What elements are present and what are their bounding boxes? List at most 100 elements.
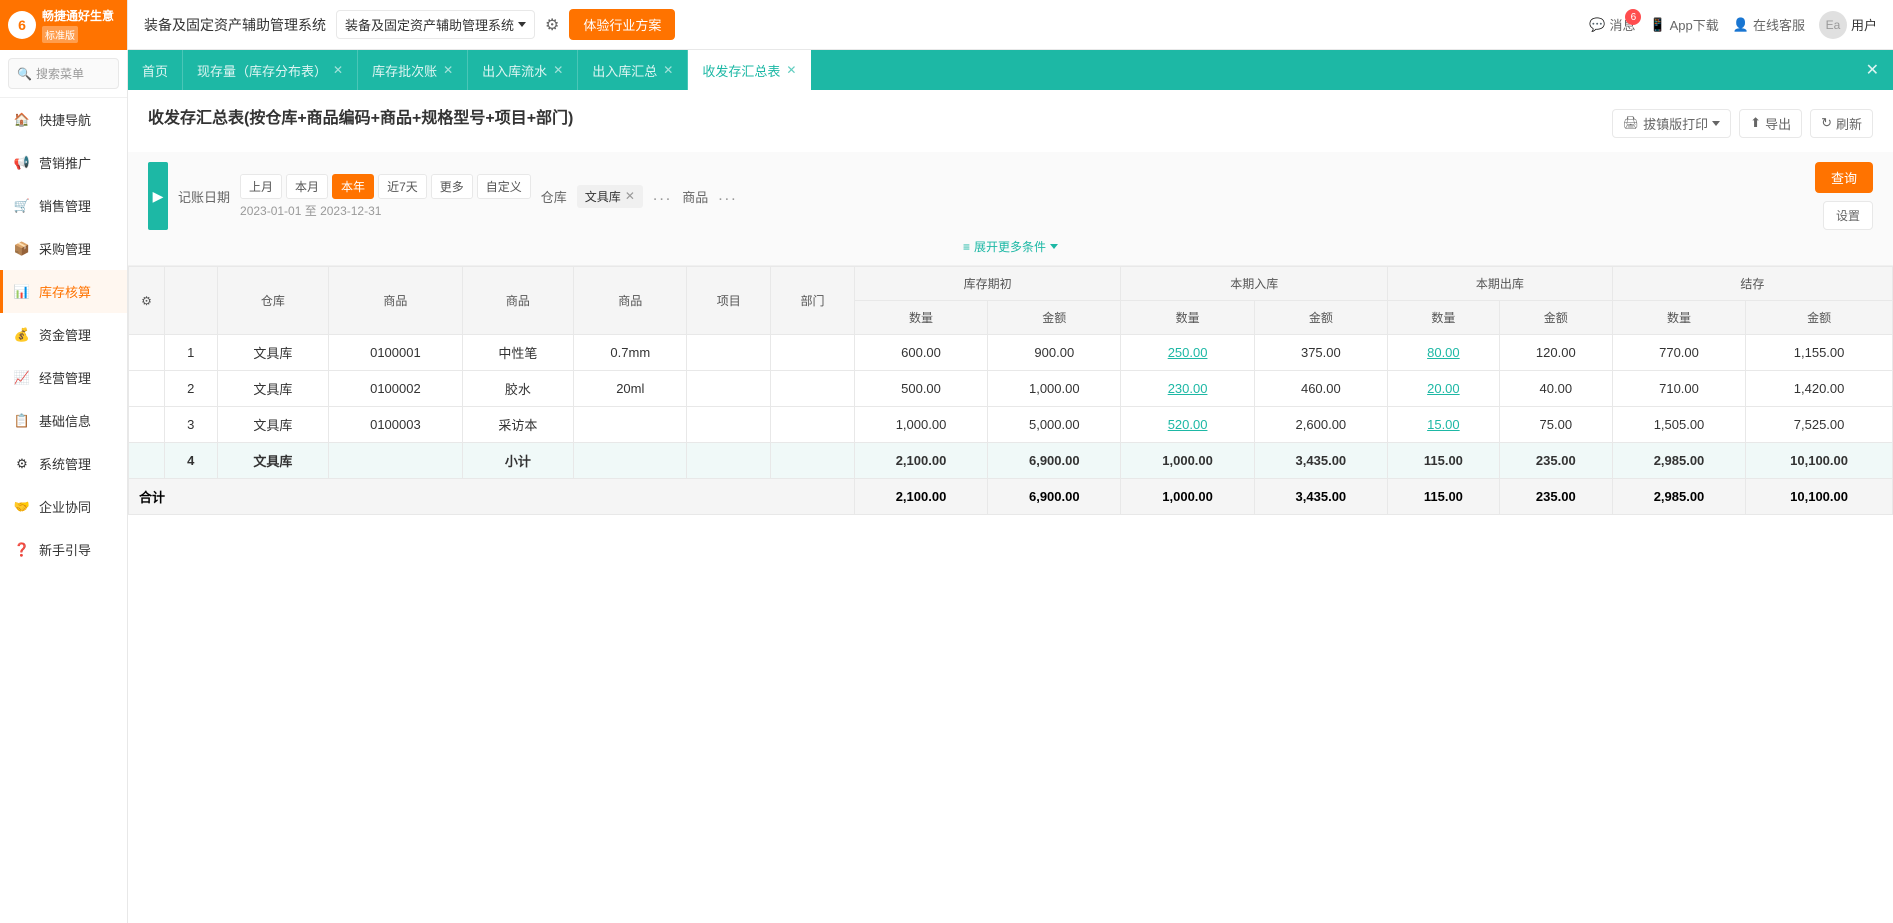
gear-icon[interactable]: ⚙ xyxy=(545,15,559,35)
date-btn-last-month[interactable]: 上月 xyxy=(240,174,282,199)
row-index-cell: 2 xyxy=(165,371,218,407)
message-icon: 💬 xyxy=(1589,17,1605,33)
avatar: Ea xyxy=(1819,11,1847,39)
sidebar-item-inventory[interactable]: 📊 库存核算 xyxy=(0,270,127,313)
export-button[interactable]: ⬆ 导出 xyxy=(1739,109,1802,138)
expand-chevron-icon xyxy=(1050,244,1058,249)
warehouse-more[interactable]: ... xyxy=(653,187,672,205)
col-header-product-name: 商品 xyxy=(462,267,574,335)
row-out-qty-cell[interactable]: 80.00 xyxy=(1388,335,1500,371)
system-select[interactable]: 装备及固定资产辅助管理系统 xyxy=(336,10,535,39)
sidebar-item-system[interactable]: ⚙ 系统管理 xyxy=(0,442,127,485)
date-btn-more[interactable]: 更多 xyxy=(431,174,473,199)
sidebar-item-basic[interactable]: 📋 基础信息 xyxy=(0,399,127,442)
tab-summary[interactable]: 出入库汇总 ✕ xyxy=(578,50,688,90)
filter-bar: ▶ 记账日期 上月 本月 本年 近7天 更多 自定义 2023-01-01 至 … xyxy=(128,152,1893,266)
row-opening-amt-cell: 1,000.00 xyxy=(988,371,1121,407)
app-download-button[interactable]: 📱 App下载 xyxy=(1649,15,1718,34)
tab-batch[interactable]: 库存批次账 ✕ xyxy=(358,50,468,90)
topbar: 装备及固定资产辅助管理系统 装备及固定资产辅助管理系统 ⚙ 体验行业方案 💬 消… xyxy=(128,0,1893,50)
row-in-qty-cell[interactable]: 230.00 xyxy=(1121,371,1254,407)
online-service-button[interactable]: 👤 在线客服 xyxy=(1733,15,1805,34)
page-header: 收发存汇总表(按仓库+商品编码+商品+规格型号+项目+部门) 🖨 拔镇版打印 ⬆… xyxy=(128,90,1893,142)
sidebar-item-purchase[interactable]: 📦 采购管理 xyxy=(0,227,127,270)
row-product-spec-cell: 0.7mm xyxy=(574,335,687,371)
export-icon: ⬆ xyxy=(1750,115,1761,131)
expand-filter-row: ≡ 展开更多条件 xyxy=(148,238,1873,255)
sidebar-item-guide[interactable]: ❓ 新手引导 xyxy=(0,528,127,571)
goods-more[interactable]: ... xyxy=(718,187,737,205)
search-menu-button[interactable]: 🔍 搜索菜单 xyxy=(8,58,119,89)
row-in-amt-cell: 375.00 xyxy=(1254,335,1387,371)
row-product-code-cell: 0100002 xyxy=(329,371,462,407)
sidebar-search-area: 🔍 搜索菜单 xyxy=(0,50,127,98)
tab-inventory-dist[interactable]: 现存量（库存分布表） ✕ xyxy=(183,50,358,90)
tab-home[interactable]: 首页 xyxy=(128,50,183,90)
tab-receipt-summary[interactable]: 收发存汇总表 ✕ xyxy=(688,50,811,90)
row-out-amt-cell: 235.00 xyxy=(1499,443,1612,479)
print-button[interactable]: 🖨 拔镇版打印 xyxy=(1612,109,1732,138)
row-balance-amt-cell: 10,100.00 xyxy=(1746,443,1893,479)
row-balance-qty-cell: 1,505.00 xyxy=(1612,407,1745,443)
data-table: ⚙ 仓库 商品 商品 商品 项目 部门 库存期初 本期入库 本期出库 结存 xyxy=(128,266,1893,515)
row-department-cell xyxy=(771,335,855,371)
row-opening-amt-cell: 900.00 xyxy=(988,335,1121,371)
sidebar-item-marketing[interactable]: 📢 营销推广 xyxy=(0,141,127,184)
footer-in-amt: 3,435.00 xyxy=(1254,479,1387,515)
content-area: 收发存汇总表(按仓库+商品编码+商品+规格型号+项目+部门) 🖨 拔镇版打印 ⬆… xyxy=(128,90,1893,923)
refresh-icon: ↻ xyxy=(1821,115,1832,131)
warehouse-tag-close[interactable]: ✕ xyxy=(625,189,635,203)
refresh-button[interactable]: ↻ 刷新 xyxy=(1810,109,1873,138)
sidebar-item-cooperation[interactable]: 🤝 企业协同 xyxy=(0,485,127,528)
print-icon: 🖨 xyxy=(1623,115,1640,131)
filter-toggle-button[interactable]: ▶ xyxy=(148,162,168,230)
row-balance-qty-cell: 2,985.00 xyxy=(1612,443,1745,479)
row-out-qty-cell[interactable]: 20.00 xyxy=(1388,371,1500,407)
date-btn-7days[interactable]: 近7天 xyxy=(378,174,427,199)
page-title: 收发存汇总表(按仓库+商品编码+商品+规格型号+项目+部门) xyxy=(148,104,573,128)
expand-filter-button[interactable]: ≡ 展开更多条件 xyxy=(963,238,1058,255)
user-menu[interactable]: Ea 用户 xyxy=(1819,11,1877,39)
sidebar-item-finance[interactable]: 💰 资金管理 xyxy=(0,313,127,356)
filter-action-group: 查询 设置 xyxy=(1815,162,1873,230)
sidebar-item-sales[interactable]: 🛒 销售管理 xyxy=(0,184,127,227)
row-in-qty-cell[interactable]: 250.00 xyxy=(1121,335,1254,371)
col-header-balance-qty: 数量 xyxy=(1612,301,1745,335)
row-project-cell xyxy=(687,371,771,407)
query-button[interactable]: 查询 xyxy=(1815,162,1873,193)
quicknav-icon: 🏠 xyxy=(13,111,31,129)
row-product-code-cell: 0100001 xyxy=(329,335,462,371)
footer-opening-amt: 6,900.00 xyxy=(988,479,1121,515)
date-filter-group: 上月 本月 本年 近7天 更多 自定义 2023-01-01 至 2023-12… xyxy=(240,174,531,219)
tab-close-inventory-dist[interactable]: ✕ xyxy=(333,63,343,77)
row-product-name-cell: 小计 xyxy=(462,443,574,479)
settings-button[interactable]: 设置 xyxy=(1823,201,1873,230)
sidebar-item-quicknav[interactable]: 🏠 快捷导航 xyxy=(0,98,127,141)
row-product-spec-cell: 20ml xyxy=(574,371,687,407)
row-warehouse-cell: 文具库 xyxy=(217,443,329,479)
sidebar-item-operations[interactable]: 📈 经营管理 xyxy=(0,356,127,399)
row-index-cell: 1 xyxy=(165,335,218,371)
row-warehouse-cell: 文具库 xyxy=(217,371,329,407)
row-out-qty-cell[interactable]: 15.00 xyxy=(1388,407,1500,443)
col-group-out: 本期出库 xyxy=(1388,267,1613,301)
date-btn-custom[interactable]: 自定义 xyxy=(477,174,531,199)
row-department-cell xyxy=(771,407,855,443)
messages-button[interactable]: 💬 消息 6 xyxy=(1589,15,1635,34)
purchase-icon: 📦 xyxy=(13,240,31,258)
row-in-qty-cell[interactable]: 520.00 xyxy=(1121,407,1254,443)
close-all-tabs[interactable]: ✕ xyxy=(1852,50,1893,90)
tab-close-summary[interactable]: ✕ xyxy=(663,63,673,77)
date-btn-this-year[interactable]: 本年 xyxy=(332,174,374,199)
row-out-amt-cell: 40.00 xyxy=(1499,371,1612,407)
tab-close-batch[interactable]: ✕ xyxy=(443,63,453,77)
date-btn-this-month[interactable]: 本月 xyxy=(286,174,328,199)
footer-opening-qty: 2,100.00 xyxy=(854,479,987,515)
tab-flow[interactable]: 出入库流水 ✕ xyxy=(468,50,578,90)
tab-close-flow[interactable]: ✕ xyxy=(553,63,563,77)
col-group-balance: 结存 xyxy=(1612,267,1892,301)
tab-close-receipt-summary[interactable]: ✕ xyxy=(786,63,796,77)
expand-icon: ≡ xyxy=(963,240,970,254)
col-header-out-qty: 数量 xyxy=(1388,301,1500,335)
trial-button[interactable]: 体验行业方案 xyxy=(569,9,675,40)
